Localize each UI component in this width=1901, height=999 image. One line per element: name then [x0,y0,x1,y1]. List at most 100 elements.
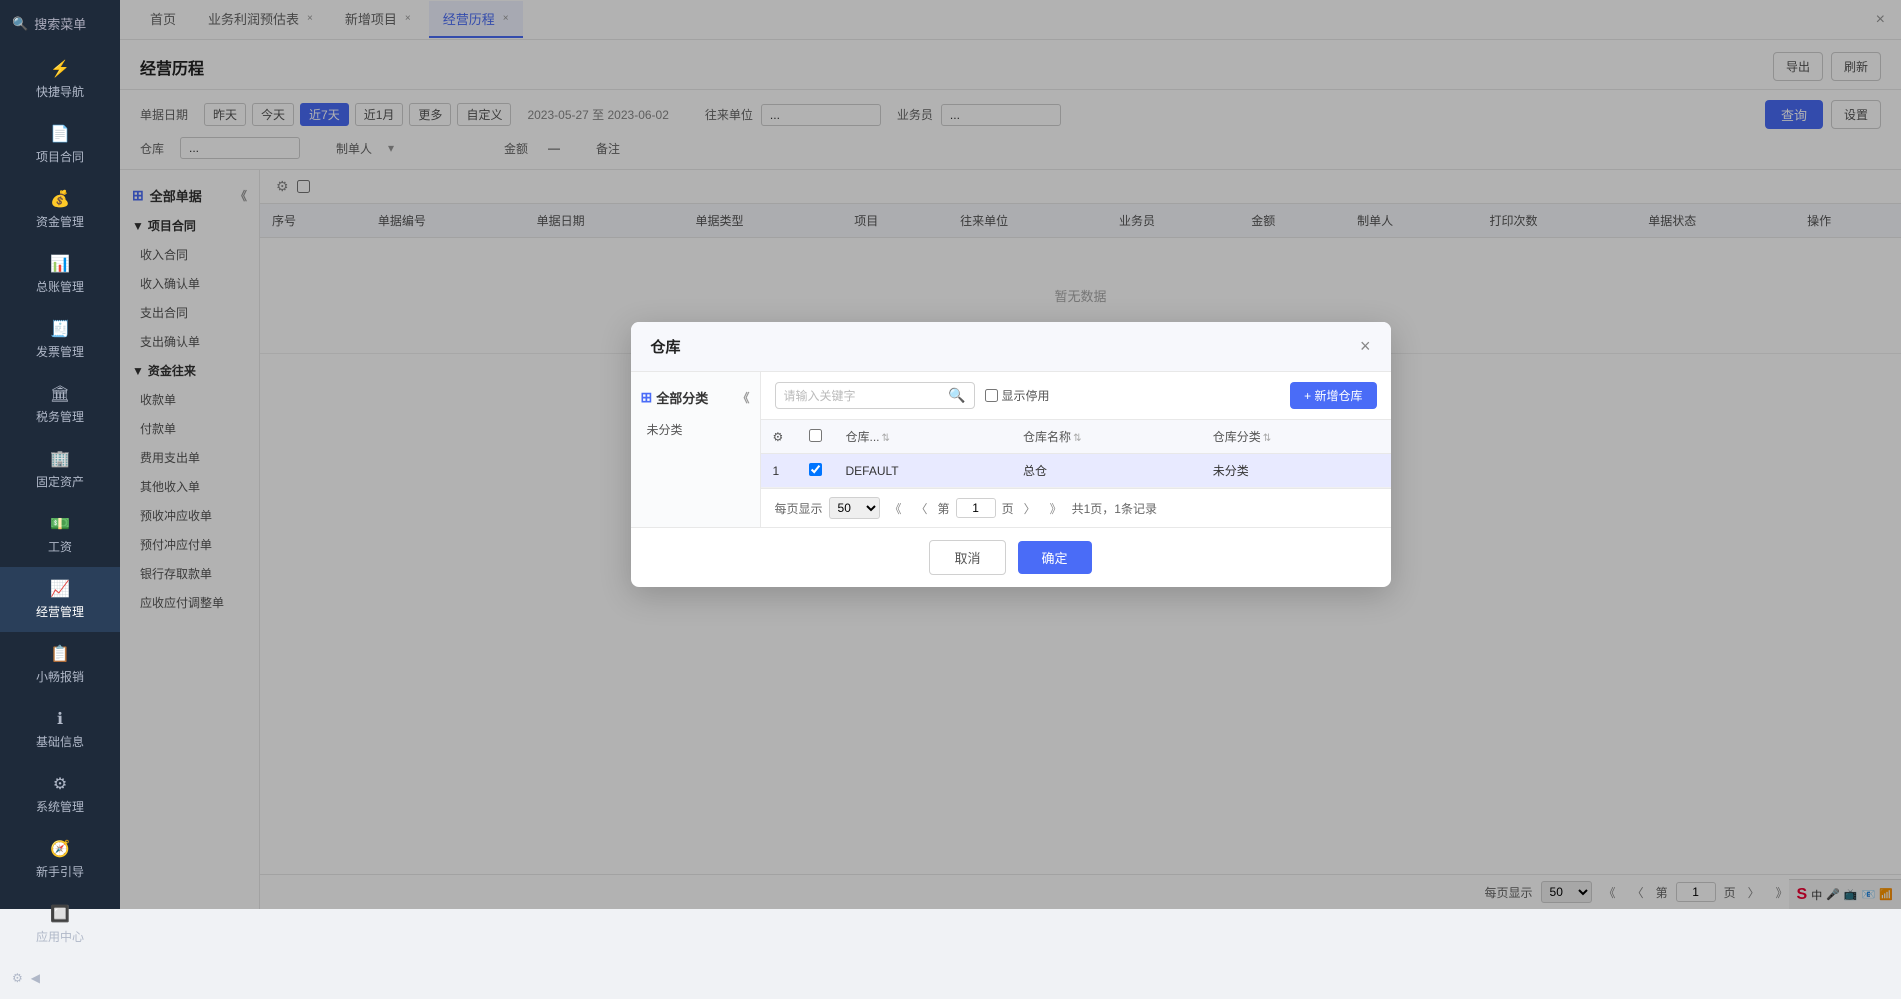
modal-close-btn[interactable]: × [1360,336,1371,357]
sidebar-item-quicknav[interactable]: ⚡ 快捷导航 [0,47,120,112]
modal-page-label: 页 [1002,500,1014,517]
sidebar-item-label: 税务管理 [36,408,84,425]
row-seq: 1 [761,454,797,488]
modal-th-code: 仓库...⇅ [834,420,1012,454]
appcenter-icon: 🔲 [50,904,70,924]
sidebar-search-label: 搜索菜单 [34,14,86,33]
sidebar-item-label: 经营管理 [36,603,84,620]
sidebar-item-ledger[interactable]: 📊 总账管理 [0,242,120,307]
show-disabled-checkbox[interactable] [985,389,998,402]
sidebar: 🔍 搜索菜单 ⚡ 快捷导航 📄 项目合同 💰 资金管理 📊 总账管理 🧾 发票管… [0,0,120,909]
modal-search-box: 🔍 [775,382,975,409]
show-disabled-label[interactable]: 显示停用 [985,387,1050,404]
sidebar-item-label: 工资 [48,538,72,555]
modal-body: ⊞ 全部分类 《 未分类 🔍 [631,372,1391,527]
modal-search-icon: 🔍 [948,387,965,404]
expense-icon: 📋 [50,644,70,664]
modal-total-info: 共1页，1条记录 [1072,500,1157,517]
ledger-icon: 📊 [50,254,70,274]
sidebar-item-label: 小畅报销 [36,668,84,685]
modal-left-title: 全部分类 [656,388,708,407]
modal-prev-page[interactable]: 〈 [912,498,932,519]
sidebar-item-system[interactable]: ⚙ 系统管理 [0,762,120,827]
sidebar-item-guide[interactable]: 🧭 新手引导 [0,827,120,892]
sidebar-item-assets[interactable]: 🏢 固定资产 [0,437,120,502]
modal-page-pre-label: 第 [938,500,950,517]
modal-table: ⚙ 仓库...⇅ 仓库名称⇅ [761,420,1391,488]
sidebar-collapse-icon[interactable]: ◀ [31,971,40,985]
sidebar-item-label: 项目合同 [36,148,84,165]
sidebar-item-label: 新手引导 [36,863,84,880]
main-area: 首页 业务利润预估表 × 新增项目 × 经营历程 × × 经营历程 导出 刷新 … [120,0,1901,909]
modal-select-all[interactable] [809,429,822,442]
modal-first-page[interactable]: 《 [886,498,906,519]
sidebar-item-label: 应用中心 [36,928,84,945]
sidebar-item-management[interactable]: 📈 经营管理 [0,567,120,632]
sidebar-item-label: 快捷导航 [36,83,84,100]
sidebar-item-label: 固定资产 [36,473,84,490]
salary-icon: 💵 [50,514,70,534]
sidebar-bottom: ⚙ ◀ [0,957,120,999]
sidebar-item-appcenter[interactable]: 🔲 应用中心 [0,892,120,957]
modal-cancel-button[interactable]: 取消 [929,540,1005,575]
sidebar-settings-icon[interactable]: ⚙ [12,971,23,985]
sidebar-item-label: 资金管理 [36,213,84,230]
row-check[interactable] [797,454,834,488]
modal-left-collapse[interactable]: 《 [737,389,749,406]
quicknav-icon: ⚡ [50,59,70,79]
warehouse-modal: 仓库 × ⊞ 全部分类 《 未分类 [631,322,1391,587]
sidebar-item-label: 基础信息 [36,733,84,750]
sidebar-item-label: 总账管理 [36,278,84,295]
sidebar-item-salary[interactable]: 💵 工资 [0,502,120,567]
modal-th-name: 仓库名称⇅ [1011,420,1201,454]
settings-col-icon: ⚙ [773,430,784,444]
sidebar-item-basic[interactable]: ℹ 基础信息 [0,697,120,762]
modal-grid-icon: ⊞ [641,389,653,406]
row-name: 总仓 [1011,454,1201,488]
row-category: 未分类 [1201,454,1391,488]
modal-last-page[interactable]: 》 [1046,498,1066,519]
sidebar-item-label: 发票管理 [36,343,84,360]
system-icon: ⚙ [53,774,67,794]
modal-right: 🔍 显示停用 + 新增仓库 [761,372,1391,527]
modal-next-page[interactable]: 〉 [1020,498,1040,519]
modal-th-category: 仓库分类⇅ [1201,420,1391,454]
basic-icon: ℹ [57,709,63,729]
modal-table-area: ⚙ 仓库...⇅ 仓库名称⇅ [761,420,1391,488]
sidebar-search[interactable]: 🔍 搜索菜单 [0,0,120,47]
modal-confirm-button[interactable]: 确定 [1018,541,1092,574]
modal-page-input[interactable] [956,498,996,518]
modal-left: ⊞ 全部分类 《 未分类 [631,372,761,527]
guide-icon: 🧭 [50,839,70,859]
table-row[interactable]: 1 DEFAULT 总仓 未分类 [761,454,1391,488]
modal-bottom: 每页显示 50 100 《 〈 第 页 〉 》 共1页，1条记录 [761,488,1391,527]
modal-overlay: 仓库 × ⊞ 全部分类 《 未分类 [120,0,1901,909]
assets-icon: 🏢 [50,449,70,469]
sidebar-item-invoice[interactable]: 🧾 发票管理 [0,307,120,372]
modal-per-page-label: 每页显示 [775,500,823,517]
modal-search-input[interactable] [784,389,943,403]
modal-left-header: ⊞ 全部分类 《 [631,382,760,413]
modal-toolbar: 🔍 显示停用 + 新增仓库 [761,372,1391,420]
modal-title: 仓库 [651,336,681,357]
add-warehouse-button[interactable]: + 新增仓库 [1290,382,1376,409]
tax-icon: 🏛 [50,384,70,404]
row-code: DEFAULT [834,454,1012,488]
modal-th-check [797,420,834,454]
sidebar-item-label: 系统管理 [36,798,84,815]
show-disabled-text: 显示停用 [1002,387,1050,404]
modal-footer: 取消 确定 [631,527,1391,587]
modal-th-settings: ⚙ [761,420,797,454]
modal-header: 仓库 × [631,322,1391,372]
search-icon: 🔍 [12,16,28,32]
modal-left-uncategorized[interactable]: 未分类 [631,413,760,446]
project-icon: 📄 [50,124,70,144]
sidebar-item-expense[interactable]: 📋 小畅报销 [0,632,120,697]
sidebar-item-project[interactable]: 📄 项目合同 [0,112,120,177]
sidebar-item-tax[interactable]: 🏛 税务管理 [0,372,120,437]
sidebar-item-funds[interactable]: 💰 资金管理 [0,177,120,242]
row-checkbox[interactable] [809,463,822,476]
funds-icon: 💰 [50,189,70,209]
management-icon: 📈 [50,579,70,599]
modal-per-page-select[interactable]: 50 100 [829,497,880,519]
